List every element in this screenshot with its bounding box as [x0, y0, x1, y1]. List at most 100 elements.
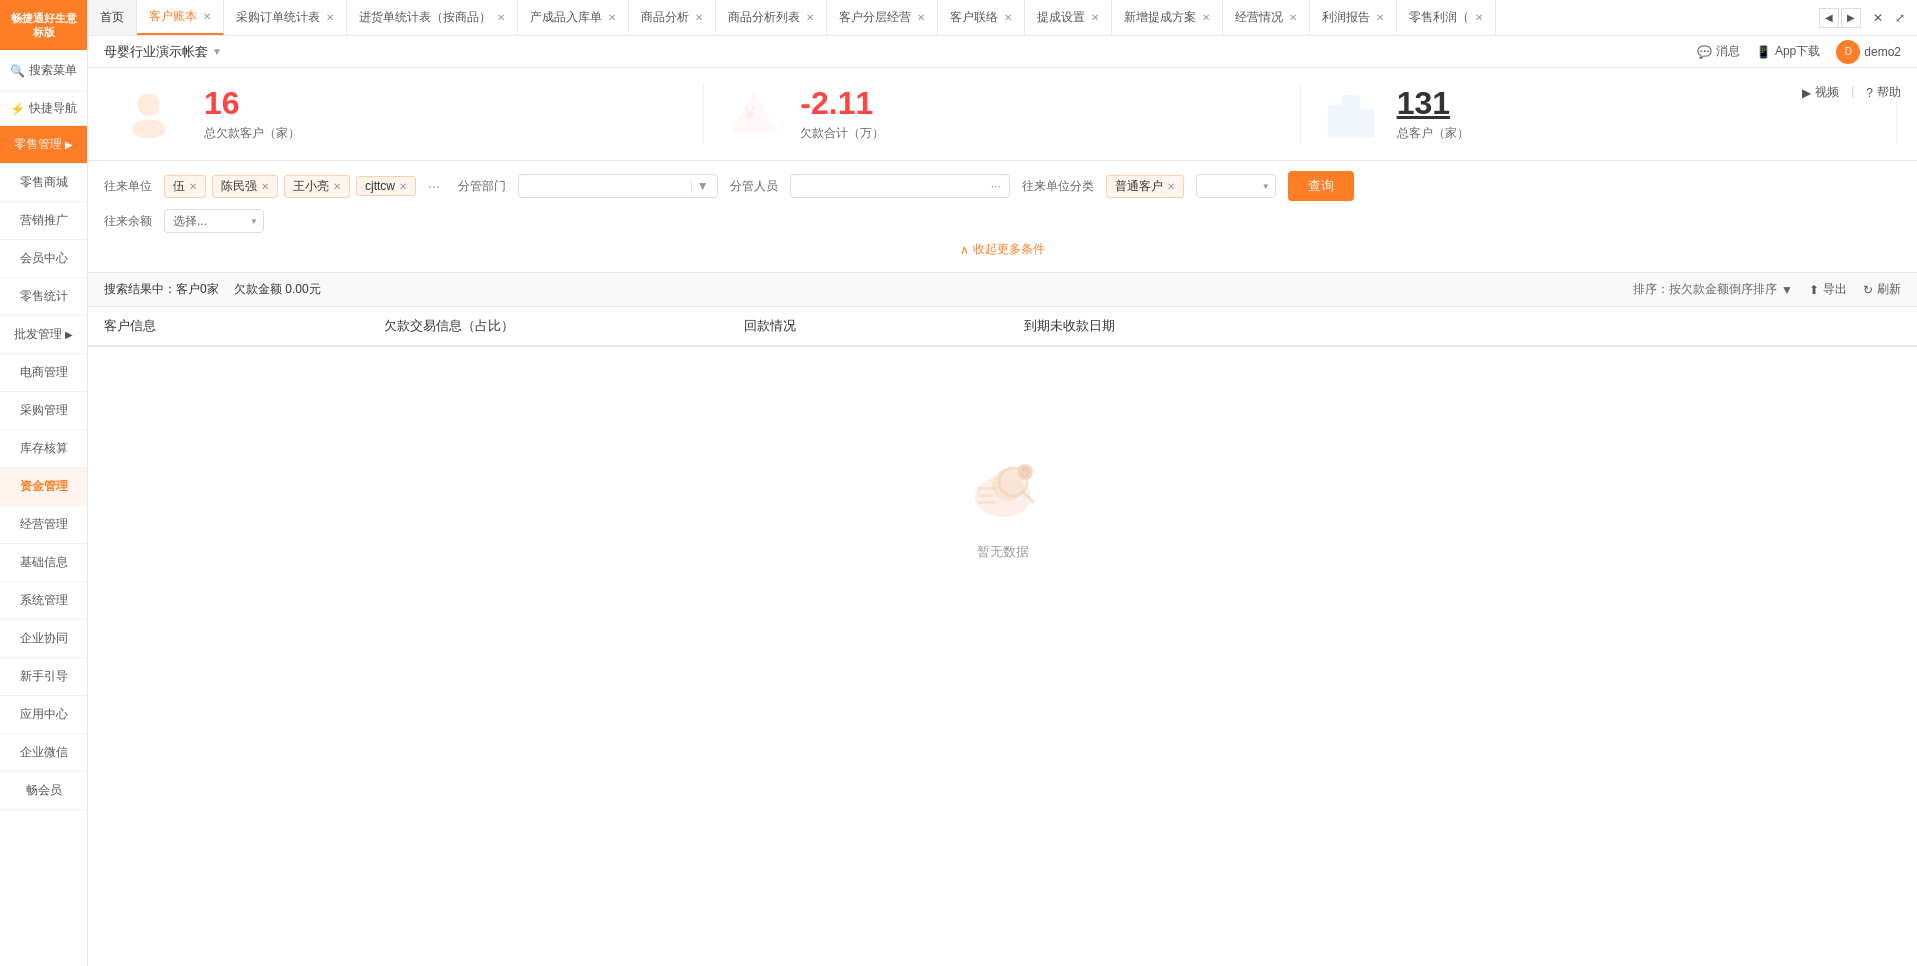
- nav-tab-purchase-stats[interactable]: 进货单统计表（按商品） ✕: [347, 0, 518, 35]
- user-avatar-button[interactable]: D demo2: [1836, 40, 1901, 64]
- sidebar-item-capital[interactable]: 资金管理: [0, 468, 87, 506]
- remove-tag-cjttcw[interactable]: ✕: [399, 181, 407, 192]
- sidebar-item-system[interactable]: 系统管理: [0, 582, 87, 620]
- svg-rect-14: [978, 501, 996, 504]
- close-tab-product-analysis[interactable]: ✕: [695, 12, 703, 23]
- remainder-select[interactable]: 选择...: [164, 209, 264, 233]
- close-tab-purchase-orders[interactable]: ✕: [326, 12, 334, 23]
- message-button[interactable]: 💬 消息: [1697, 43, 1740, 60]
- nav-tab-customer-accounts[interactable]: 客户账本 ✕: [137, 0, 224, 35]
- maximize-button[interactable]: ⤢: [1895, 11, 1905, 25]
- remove-tag-chen[interactable]: ✕: [261, 181, 269, 192]
- stats-section: 16 总欠款客户（家） ¥ -2.11 欠款合计（万）: [88, 68, 1917, 161]
- person-dots-btn[interactable]: ···: [991, 179, 1001, 193]
- sidebar-item-retail-mall[interactable]: 零售商城: [0, 164, 87, 202]
- sidebar-item-vip[interactable]: 畅会员: [0, 772, 87, 810]
- nav-tab-home[interactable]: 首页: [88, 0, 137, 35]
- help-button[interactable]: ? 帮助: [1866, 84, 1901, 101]
- stat-value-customers: 16: [204, 87, 300, 119]
- nav-tab-product-analysis[interactable]: 商品分析 ✕: [629, 0, 716, 35]
- sidebar-item-marketing[interactable]: 营销推广: [0, 202, 87, 240]
- nav-tab-profit-report[interactable]: 利润报告 ✕: [1310, 0, 1397, 35]
- sidebar-item-retail-stats[interactable]: 零售统计: [0, 278, 87, 316]
- video-icon: ▶: [1802, 86, 1811, 100]
- close-tab-customer-tier[interactable]: ✕: [917, 12, 925, 23]
- filter-tag-normal-customer: 普通客户 ✕: [1106, 175, 1184, 198]
- query-button[interactable]: 查询: [1288, 171, 1354, 201]
- close-tab-customer-accounts[interactable]: ✕: [203, 11, 211, 22]
- col-customer-info: 客户信息: [104, 317, 384, 335]
- nav-tabs-container: 首页 客户账本 ✕ 采购订单统计表 ✕ 进货单统计表（按商品） ✕ 产成品入库单…: [88, 0, 1807, 35]
- nav-scroll-arrows: ◀ ▶: [1819, 8, 1861, 28]
- sidebar-item-retail-mgmt[interactable]: 零售管理 ▶: [0, 126, 87, 164]
- close-tab-business-status[interactable]: ✕: [1289, 12, 1297, 23]
- sidebar-item-purchase[interactable]: 采购管理: [0, 392, 87, 430]
- org-selector[interactable]: 母婴行业演示帐套 ▼: [104, 43, 222, 61]
- person-filter-input[interactable]: ···: [790, 174, 1010, 198]
- close-tab-promotions[interactable]: ✕: [1091, 12, 1099, 23]
- sidebar-item-enterprise-wechat[interactable]: 企业微信: [0, 734, 87, 772]
- close-tab-retail-profit[interactable]: ✕: [1475, 12, 1483, 23]
- search-menu-button[interactable]: 🔍 搜索菜单: [6, 58, 81, 83]
- remove-tag-wang[interactable]: ✕: [333, 181, 341, 192]
- nav-tab-purchase-orders[interactable]: 采购订单统计表 ✕: [224, 0, 347, 35]
- app-download-button[interactable]: 📱 App下载: [1756, 43, 1820, 60]
- total-customers-icon: [1321, 84, 1381, 144]
- filter-more-tags[interactable]: ···: [422, 176, 446, 196]
- svg-text:¥: ¥: [744, 102, 756, 123]
- nav-tab-retail-profit[interactable]: 零售利润（ ✕: [1397, 0, 1496, 35]
- sidebar-item-app-center[interactable]: 应用中心: [0, 696, 87, 734]
- download-icon: 📱: [1756, 45, 1771, 59]
- close-tab-new-promotions[interactable]: ✕: [1202, 12, 1210, 23]
- nav-tab-product-analysis-list[interactable]: 商品分析列表 ✕: [716, 0, 827, 35]
- close-tabs-button[interactable]: ✕: [1873, 11, 1883, 25]
- sidebar-item-operations[interactable]: 经营管理: [0, 506, 87, 544]
- filter-tag-chen: 陈民强 ✕: [212, 175, 278, 198]
- sidebar-item-wholesale[interactable]: 批发管理 ▶: [0, 316, 87, 354]
- refresh-icon: ↻: [1863, 283, 1873, 297]
- nav-scroll-left[interactable]: ◀: [1819, 8, 1839, 28]
- sort-selector[interactable]: 排序：按欠款金额倒序排序 ▼: [1633, 281, 1793, 298]
- sidebar-item-new-user[interactable]: 新手引导: [0, 658, 87, 696]
- nav-tab-promotions[interactable]: 提成设置 ✕: [1025, 0, 1112, 35]
- close-tab-product-analysis-list[interactable]: ✕: [806, 12, 814, 23]
- org-header: 母婴行业演示帐套 ▼ 💬 消息 📱 App下载 D demo2: [88, 36, 1917, 68]
- category-select[interactable]: [1196, 174, 1276, 198]
- dept-filter-input[interactable]: | ▼: [518, 174, 718, 198]
- svg-point-1: [132, 120, 166, 139]
- quick-nav-button[interactable]: ⚡ 快捷导航: [0, 92, 87, 126]
- stat-label-total: 总客户（家）: [1397, 125, 1469, 142]
- close-tab-customer-contact[interactable]: ✕: [1004, 12, 1012, 23]
- nav-tab-cost-products[interactable]: 产成品入库单 ✕: [518, 0, 629, 35]
- avatar-icon: D: [1836, 40, 1860, 64]
- sidebar-item-member-center[interactable]: 会员中心: [0, 240, 87, 278]
- nav-tab-customer-tier[interactable]: 客户分层经营 ✕: [827, 0, 938, 35]
- col-debt-info: 欠款交易信息（占比）: [384, 317, 744, 335]
- sidebar-item-ecommerce[interactable]: 电商管理: [0, 354, 87, 392]
- nav-tab-new-promotions[interactable]: 新增提成方案 ✕: [1112, 0, 1223, 35]
- remove-tag-wu[interactable]: ✕: [189, 181, 197, 192]
- nav-tab-business-status[interactable]: 经营情况 ✕: [1223, 0, 1310, 35]
- dept-search-input[interactable]: [527, 179, 686, 193]
- video-help-button[interactable]: ▶ 视频: [1802, 84, 1839, 101]
- sidebar-item-enterprise-collab[interactable]: 企业协同: [0, 620, 87, 658]
- person-search-input[interactable]: [799, 179, 991, 193]
- refresh-button[interactable]: ↻ 刷新: [1863, 281, 1901, 298]
- sidebar-item-inventory[interactable]: 库存核算: [0, 430, 87, 468]
- nav-tab-customer-contact[interactable]: 客户联络 ✕: [938, 0, 1025, 35]
- collapse-button[interactable]: ∧ 收起更多条件: [960, 241, 1045, 258]
- remove-tag-normal[interactable]: ✕: [1167, 181, 1175, 192]
- export-button[interactable]: ⬆ 导出: [1809, 281, 1847, 298]
- stat-content-debt: -2.11 欠款合计（万）: [800, 87, 884, 142]
- close-tab-purchase-stats[interactable]: ✕: [497, 12, 505, 23]
- help-icon: ?: [1866, 86, 1873, 100]
- nav-scroll-right[interactable]: ▶: [1841, 8, 1861, 28]
- unit-category-label: 往来单位分类: [1022, 178, 1094, 195]
- dept-dropdown-btn[interactable]: ▼: [697, 179, 709, 193]
- filter-tag-wang: 王小亮 ✕: [284, 175, 350, 198]
- sidebar-item-basic-info[interactable]: 基础信息: [0, 544, 87, 582]
- close-tab-profit-report[interactable]: ✕: [1376, 12, 1384, 23]
- col-overdue-date: 到期未收款日期: [1024, 317, 1901, 335]
- close-tab-cost-products[interactable]: ✕: [608, 12, 616, 23]
- remainder-filter-label: 往来余额: [104, 213, 152, 230]
